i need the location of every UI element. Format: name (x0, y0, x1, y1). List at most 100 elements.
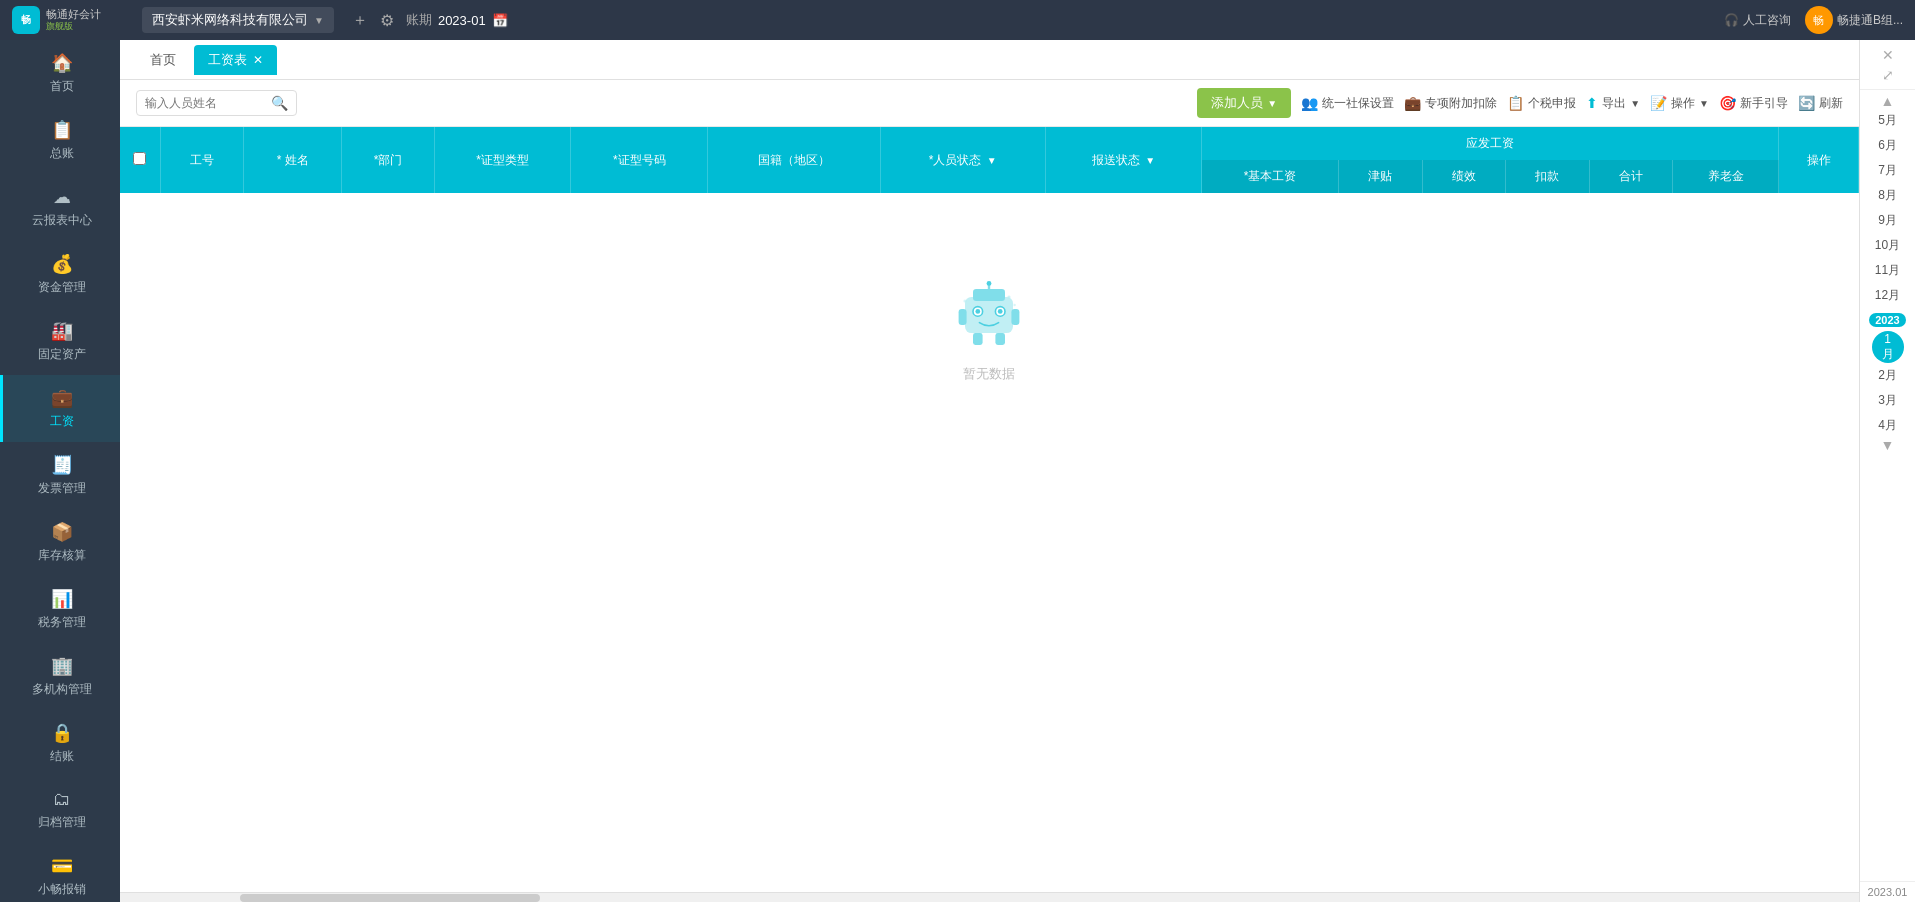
close-period-icon: 🔒 (51, 722, 73, 744)
sidebar-item-invoice[interactable]: 🧾 发票管理 (0, 442, 120, 509)
user-area[interactable]: 畅 畅捷通B组... (1805, 6, 1903, 34)
period-display: 2023.01 (1860, 881, 1915, 902)
sidebar-item-fund[interactable]: 💰 资金管理 (0, 241, 120, 308)
sidebar-item-xiaochang[interactable]: 💳 小畅报销 (0, 843, 120, 902)
horizontal-scrollbar[interactable] (120, 892, 1859, 902)
svg-point-14 (964, 299, 967, 302)
home-icon: 🏠 (51, 52, 73, 74)
month-scroll-down[interactable]: ▼ (1881, 438, 1895, 452)
status-filter-icon[interactable]: ▼ (987, 155, 997, 166)
tab-home[interactable]: 首页 (136, 45, 190, 75)
svg-rect-8 (959, 309, 967, 325)
period-value: 2023-01 (438, 13, 486, 28)
special-deduct-label: 专项附加扣除 (1425, 95, 1497, 112)
sidebar-label-cloud-report: 云报表中心 (32, 212, 92, 229)
guide-button[interactable]: 🎯 新手引导 (1719, 95, 1788, 112)
th-deduct: 扣款 (1506, 160, 1590, 193)
toolbar-right: 添加人员 ▼ 👥 统一社保设置 💼 专项附加扣除 📋 个税申报 ⬆ (1197, 88, 1843, 118)
month-scroll-up[interactable]: ▲ (1881, 94, 1895, 108)
month-5[interactable]: 5月 (1860, 108, 1915, 133)
month-7[interactable]: 7月 (1860, 158, 1915, 183)
report-filter-icon[interactable]: ▼ (1145, 155, 1155, 166)
month-11[interactable]: 11月 (1860, 258, 1915, 283)
sidebar-item-salary[interactable]: 💼 工资 (0, 375, 120, 442)
sidebar-item-tax[interactable]: 📊 税务管理 (0, 576, 120, 643)
headset-icon: 🎧 (1724, 13, 1739, 27)
month-12[interactable]: 12月 (1860, 283, 1915, 308)
sidebar-item-ledger[interactable]: 📋 总账 (0, 107, 120, 174)
company-name: 西安虾米网络科技有限公司 (152, 11, 308, 29)
tab-salary[interactable]: 工资表 ✕ (194, 45, 277, 75)
svg-rect-0 (965, 297, 1013, 333)
th-number: 工号 (160, 127, 244, 193)
operations-button[interactable]: 📝 操作 ▼ (1650, 95, 1709, 112)
month-10[interactable]: 10月 (1860, 233, 1915, 258)
th-name: * 姓名 (244, 127, 342, 193)
personal-tax-button[interactable]: 📋 个税申报 (1507, 95, 1576, 112)
month-8[interactable]: 8月 (1860, 183, 1915, 208)
sidebar-label-salary: 工资 (50, 413, 74, 430)
calendar-icon[interactable]: 📅 (492, 13, 508, 28)
th-allowance: 津贴 (1338, 160, 1422, 193)
main-layout: 🏠 首页 📋 总账 ☁ 云报表中心 💰 资金管理 🏭 固定资产 💼 工资 🧾 发… (0, 40, 1915, 902)
sidebar-label-multi-org: 多机构管理 (32, 681, 92, 698)
empty-illustration (949, 273, 1029, 353)
app-name: 畅通好会计 旗舰版 (46, 8, 101, 32)
settings-button[interactable]: ⚙ (378, 9, 396, 32)
tab-salary-close[interactable]: ✕ (253, 53, 263, 67)
scrollbar-thumb[interactable] (240, 894, 540, 902)
sidebar-item-inventory[interactable]: 📦 库存核算 (0, 509, 120, 576)
export-icon: ⬆ (1586, 95, 1598, 111)
social-security-button[interactable]: 👥 统一社保设置 (1301, 95, 1394, 112)
refresh-icon: 🔄 (1798, 95, 1815, 111)
header-icons: ＋ ⚙ (350, 8, 396, 33)
search-box: 🔍 (136, 90, 297, 116)
guide-label: 新手引导 (1740, 95, 1788, 112)
panel-close-button[interactable]: ✕ (1882, 46, 1894, 66)
month-6[interactable]: 6月 (1860, 133, 1915, 158)
toolbar: 🔍 添加人员 ▼ 👥 统一社保设置 💼 专项附加扣除 📋 个税申报 (120, 80, 1859, 127)
month-3[interactable]: 3月 (1860, 388, 1915, 413)
export-button[interactable]: ⬆ 导出 ▼ (1586, 95, 1640, 112)
month-9[interactable]: 9月 (1860, 208, 1915, 233)
svg-point-6 (976, 309, 981, 314)
refresh-button[interactable]: 🔄 刷新 (1798, 95, 1843, 112)
operations-icon: 📝 (1650, 95, 1667, 111)
add-person-button[interactable]: 添加人员 ▼ (1197, 88, 1291, 118)
empty-text: 暂无数据 (963, 365, 1015, 383)
sidebar-item-cloud-report[interactable]: ☁ 云报表中心 (0, 174, 120, 241)
select-all-checkbox[interactable] (133, 152, 146, 165)
invoice-icon: 🧾 (51, 454, 73, 476)
month-4[interactable]: 4月 (1860, 413, 1915, 438)
cloud-icon: ☁ (53, 186, 71, 208)
current-year-badge: 2023 (1869, 313, 1905, 327)
ai-consult-button[interactable]: 🎧 人工咨询 (1724, 12, 1791, 29)
search-icon: 🔍 (271, 95, 288, 111)
table-wrapper: 工号 * 姓名 *部门 *证型类型 *证型号码 国籍（地区） *人员状态 ▼ 报… (120, 127, 1859, 892)
tax-icon: 📊 (51, 588, 73, 610)
special-deduct-icon: 💼 (1404, 95, 1421, 111)
svg-rect-11 (996, 333, 1006, 345)
panel-expand-button[interactable]: ⤢ (1882, 66, 1894, 86)
sidebar-item-multi-org[interactable]: 🏢 多机构管理 (0, 643, 120, 710)
month-2[interactable]: 2月 (1860, 363, 1915, 388)
th-status: *人员状态 ▼ (880, 127, 1045, 193)
month-1-active[interactable]: 1月 (1872, 331, 1904, 363)
sidebar-item-home[interactable]: 🏠 首页 (0, 40, 120, 107)
svg-point-13 (1014, 304, 1016, 306)
search-input[interactable] (145, 96, 265, 110)
sidebar-item-close[interactable]: 🔒 结账 (0, 710, 120, 777)
operations-label: 操作 (1671, 95, 1695, 112)
sidebar-item-fixed-assets[interactable]: 🏭 固定资产 (0, 308, 120, 375)
company-selector[interactable]: 西安虾米网络科技有限公司 ▼ (142, 7, 334, 33)
sidebar-label-xiaochang: 小畅报销 (38, 881, 86, 898)
add-company-button[interactable]: ＋ (350, 8, 370, 33)
sidebar-item-archive[interactable]: 🗂 归档管理 (0, 777, 120, 843)
special-deduct-button[interactable]: 💼 专项附加扣除 (1404, 95, 1497, 112)
sidebar-label-fixed-assets: 固定资产 (38, 346, 86, 363)
tab-salary-label: 工资表 (208, 51, 247, 69)
tab-bar: 首页 工资表 ✕ (120, 40, 1859, 80)
top-header: 畅 畅通好会计 旗舰版 西安虾米网络科技有限公司 ▼ ＋ ⚙ 账期 2023-0… (0, 0, 1915, 40)
sidebar-label-inventory: 库存核算 (38, 547, 86, 564)
export-dropdown-icon: ▼ (1630, 98, 1640, 109)
